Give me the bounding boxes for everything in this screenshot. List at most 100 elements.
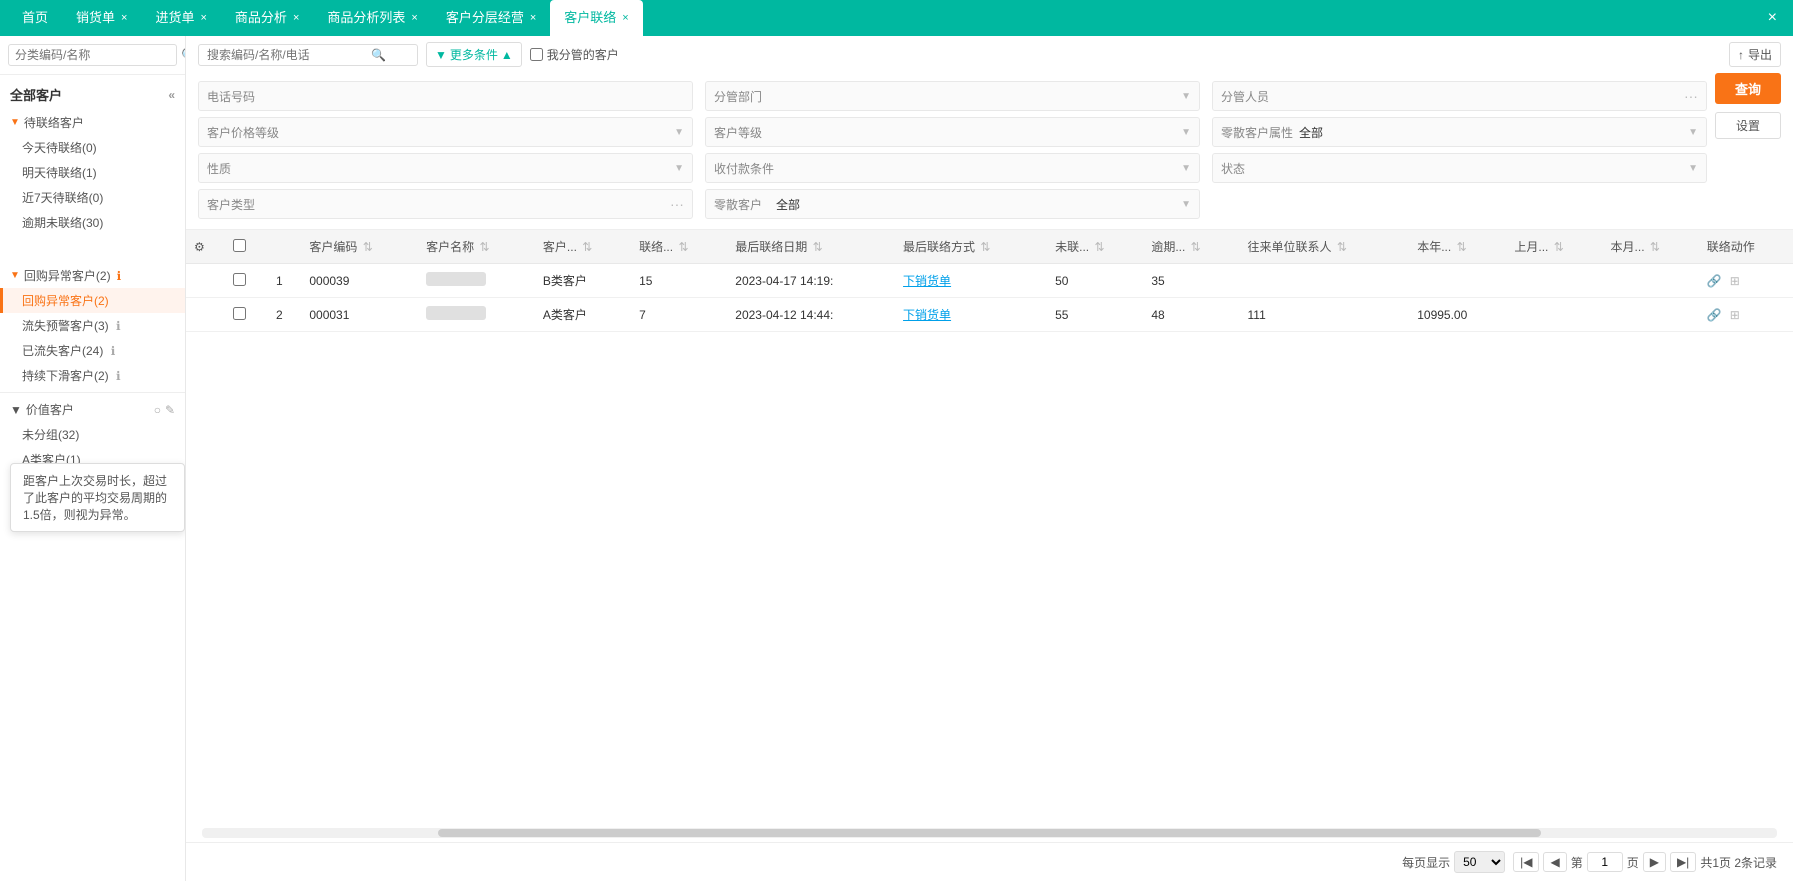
row1-contact: 15 bbox=[631, 264, 727, 298]
page-last-btn[interactable]: ▶| bbox=[1670, 852, 1696, 872]
filter-price-level[interactable]: 客户价格等级 ▼ bbox=[198, 117, 693, 147]
th-this-month[interactable]: 本月... ⇅ bbox=[1603, 230, 1699, 264]
th-code[interactable]: 客户编码 ⇅ bbox=[301, 230, 418, 264]
row2-last-method[interactable]: 下销货单 bbox=[895, 298, 1047, 332]
row1-checkbox[interactable] bbox=[225, 264, 268, 298]
sidebar-all-customers[interactable]: 全部客户 « bbox=[0, 79, 185, 110]
close-customer-tier-icon[interactable]: × bbox=[530, 0, 536, 36]
value-edit-icon[interactable]: ✎ bbox=[165, 403, 175, 417]
filter-gender[interactable]: 性质 ▼ bbox=[198, 153, 693, 183]
search-input[interactable] bbox=[207, 48, 367, 62]
sidebar-item-churn-warning[interactable]: 流失预警客户(3) ℹ bbox=[0, 313, 185, 338]
th-name[interactable]: 客户名称 ⇅ bbox=[418, 230, 535, 264]
uncontacted-sort-icon: ⇅ bbox=[1094, 240, 1104, 254]
sidebar-item-churned[interactable]: 已流失客户(24) ℹ bbox=[0, 338, 185, 363]
sidebar-content: 全部客户 « ▼ 待联络客户 今天待联络(0) 明天待联络(1) 近7天待联络(… bbox=[0, 75, 185, 881]
sidebar-pending-section[interactable]: ▼ 待联络客户 bbox=[0, 110, 185, 135]
th-checkbox[interactable] bbox=[225, 230, 268, 264]
scrollbar-thumb[interactable] bbox=[438, 829, 1541, 837]
close-purchase-icon[interactable]: × bbox=[200, 0, 206, 36]
row1-company-contact bbox=[1240, 264, 1410, 298]
close-product-analysis-icon[interactable]: × bbox=[293, 0, 299, 36]
filter-retail-customer[interactable]: 零散客户 全部 ▼ bbox=[705, 189, 1200, 219]
nav-product-list[interactable]: 商品分析列表 × bbox=[313, 0, 431, 36]
code-sort-icon: ⇅ bbox=[363, 240, 373, 254]
filter-status[interactable]: 状态 ▼ bbox=[1212, 153, 1707, 183]
manager-dots-icon[interactable]: ··· bbox=[1684, 88, 1698, 104]
settings-button[interactable]: 设置 bbox=[1715, 112, 1781, 139]
this-year-sort-icon: ⇅ bbox=[1457, 240, 1467, 254]
select-all-checkbox[interactable] bbox=[233, 239, 246, 252]
row1-last-method[interactable]: 下销货单 bbox=[895, 264, 1047, 298]
row2-contact: 7 bbox=[631, 298, 727, 332]
status-arrow-icon: ▼ bbox=[1688, 163, 1698, 174]
sidebar-item-tomorrow[interactable]: 明天待联络(1) bbox=[0, 160, 185, 185]
window-close-icon[interactable]: × bbox=[1760, 9, 1785, 27]
th-overdue[interactable]: 逾期... ⇅ bbox=[1143, 230, 1239, 264]
sidebar-search-input[interactable] bbox=[8, 44, 177, 66]
last-method-sort-icon: ⇅ bbox=[980, 240, 990, 254]
sidebar-value-section[interactable]: ▼ 价值客户 ○ ✎ bbox=[0, 397, 185, 422]
row2-overdue: 48 bbox=[1143, 298, 1239, 332]
sidebar-item-ungrouped[interactable]: 未分组(32) bbox=[0, 422, 185, 447]
filter-payment[interactable]: 收付款条件 ▼ bbox=[705, 153, 1200, 183]
filter-customer-type[interactable]: 客户类型 ··· bbox=[198, 189, 693, 219]
th-uncontacted[interactable]: 未联... ⇅ bbox=[1047, 230, 1143, 264]
row1-grid-icon[interactable]: ⊞ bbox=[1730, 274, 1740, 288]
row2-select[interactable] bbox=[233, 307, 246, 320]
th-contact[interactable]: 联络... ⇅ bbox=[631, 230, 727, 264]
sidebar-item-7days[interactable]: 近7天待联络(0) bbox=[0, 185, 185, 210]
th-category[interactable]: 客户... ⇅ bbox=[535, 230, 631, 264]
th-last-month[interactable]: 上月... ⇅ bbox=[1506, 230, 1602, 264]
filter-customer-level[interactable]: 客户等级 ▼ bbox=[705, 117, 1200, 147]
per-page-select[interactable]: 50 20 100 bbox=[1454, 851, 1505, 873]
sidebar-item-declining[interactable]: 持续下滑客户(2) ℹ bbox=[0, 363, 185, 388]
close-product-list-icon[interactable]: × bbox=[411, 0, 417, 36]
query-button[interactable]: 查询 bbox=[1715, 73, 1781, 104]
horizontal-scrollbar[interactable] bbox=[202, 828, 1777, 838]
row2-checkbox[interactable] bbox=[225, 298, 268, 332]
sidebar-item-abnormal-active[interactable]: 回购异常客户(2) bbox=[0, 288, 185, 313]
sidebar-item-overdue[interactable]: 逾期未联络(30) bbox=[0, 210, 185, 235]
more-filter-btn[interactable]: ▼ 更多条件 ▲ bbox=[426, 42, 522, 67]
customer-level-arrow-icon: ▼ bbox=[1181, 127, 1191, 138]
nav-home[interactable]: 首页 bbox=[8, 0, 62, 36]
row2-name bbox=[418, 298, 535, 332]
th-last-date[interactable]: 最后联络日期 ⇅ bbox=[727, 230, 895, 264]
total-info: 共1页 2条记录 bbox=[1700, 854, 1777, 871]
page-input[interactable] bbox=[1587, 852, 1623, 872]
retail-customer-label: 零散客户 bbox=[714, 196, 770, 213]
search-wrap: 🔍 bbox=[198, 44, 418, 66]
filter-department[interactable]: 分管部门 ▼ bbox=[705, 81, 1200, 111]
export-btn[interactable]: ↑ 导出 bbox=[1729, 42, 1781, 67]
close-customer-contact-icon[interactable]: × bbox=[622, 0, 628, 36]
nav-customer-tier[interactable]: 客户分层经营 × bbox=[432, 0, 550, 36]
sidebar-collapse-icon[interactable]: « bbox=[168, 88, 175, 102]
th-company-contact[interactable]: 往来单位联系人 ⇅ bbox=[1240, 230, 1410, 264]
th-this-year[interactable]: 本年... ⇅ bbox=[1409, 230, 1506, 264]
nav-product-analysis[interactable]: 商品分析 × bbox=[221, 0, 313, 36]
sidebar-abnormal-section[interactable]: ▼ 回购异常客户(2) ℹ bbox=[0, 263, 185, 288]
customer-type-dots-icon[interactable]: ··· bbox=[670, 196, 684, 212]
nav-sales[interactable]: 销货单 × bbox=[62, 0, 141, 36]
value-add-icon[interactable]: ○ bbox=[154, 403, 161, 417]
page-first-btn[interactable]: |◀ bbox=[1513, 852, 1539, 872]
page-prev-btn[interactable]: ◀ bbox=[1543, 852, 1566, 872]
filter-manager[interactable]: 分管人员 ··· bbox=[1212, 81, 1707, 111]
row1-select[interactable] bbox=[233, 273, 246, 286]
close-sales-icon[interactable]: × bbox=[121, 0, 127, 36]
row1-code: 000039 bbox=[301, 264, 418, 298]
filter-phone[interactable]: 电话号码 bbox=[198, 81, 693, 111]
sidebar-item-today[interactable]: 今天待联络(0) bbox=[0, 135, 185, 160]
filter-retail-attr[interactable]: 零散客户属性 全部 ▼ bbox=[1212, 117, 1707, 147]
th-last-method[interactable]: 最后联络方式 ⇅ bbox=[895, 230, 1047, 264]
my-customer-checkbox[interactable] bbox=[530, 48, 543, 61]
row2-grid-icon[interactable]: ⊞ bbox=[1730, 308, 1740, 322]
this-month-sort-icon: ⇅ bbox=[1650, 240, 1660, 254]
page-next-btn[interactable]: ▶ bbox=[1643, 852, 1666, 872]
row1-link-icon[interactable]: 🔗 bbox=[1707, 274, 1722, 288]
row2-link-icon[interactable]: 🔗 bbox=[1707, 308, 1722, 322]
nav-customer-contact[interactable]: 客户联络 × bbox=[550, 0, 642, 36]
nav-purchase[interactable]: 进货单 × bbox=[141, 0, 220, 36]
th-settings[interactable]: ⚙ bbox=[186, 230, 225, 264]
